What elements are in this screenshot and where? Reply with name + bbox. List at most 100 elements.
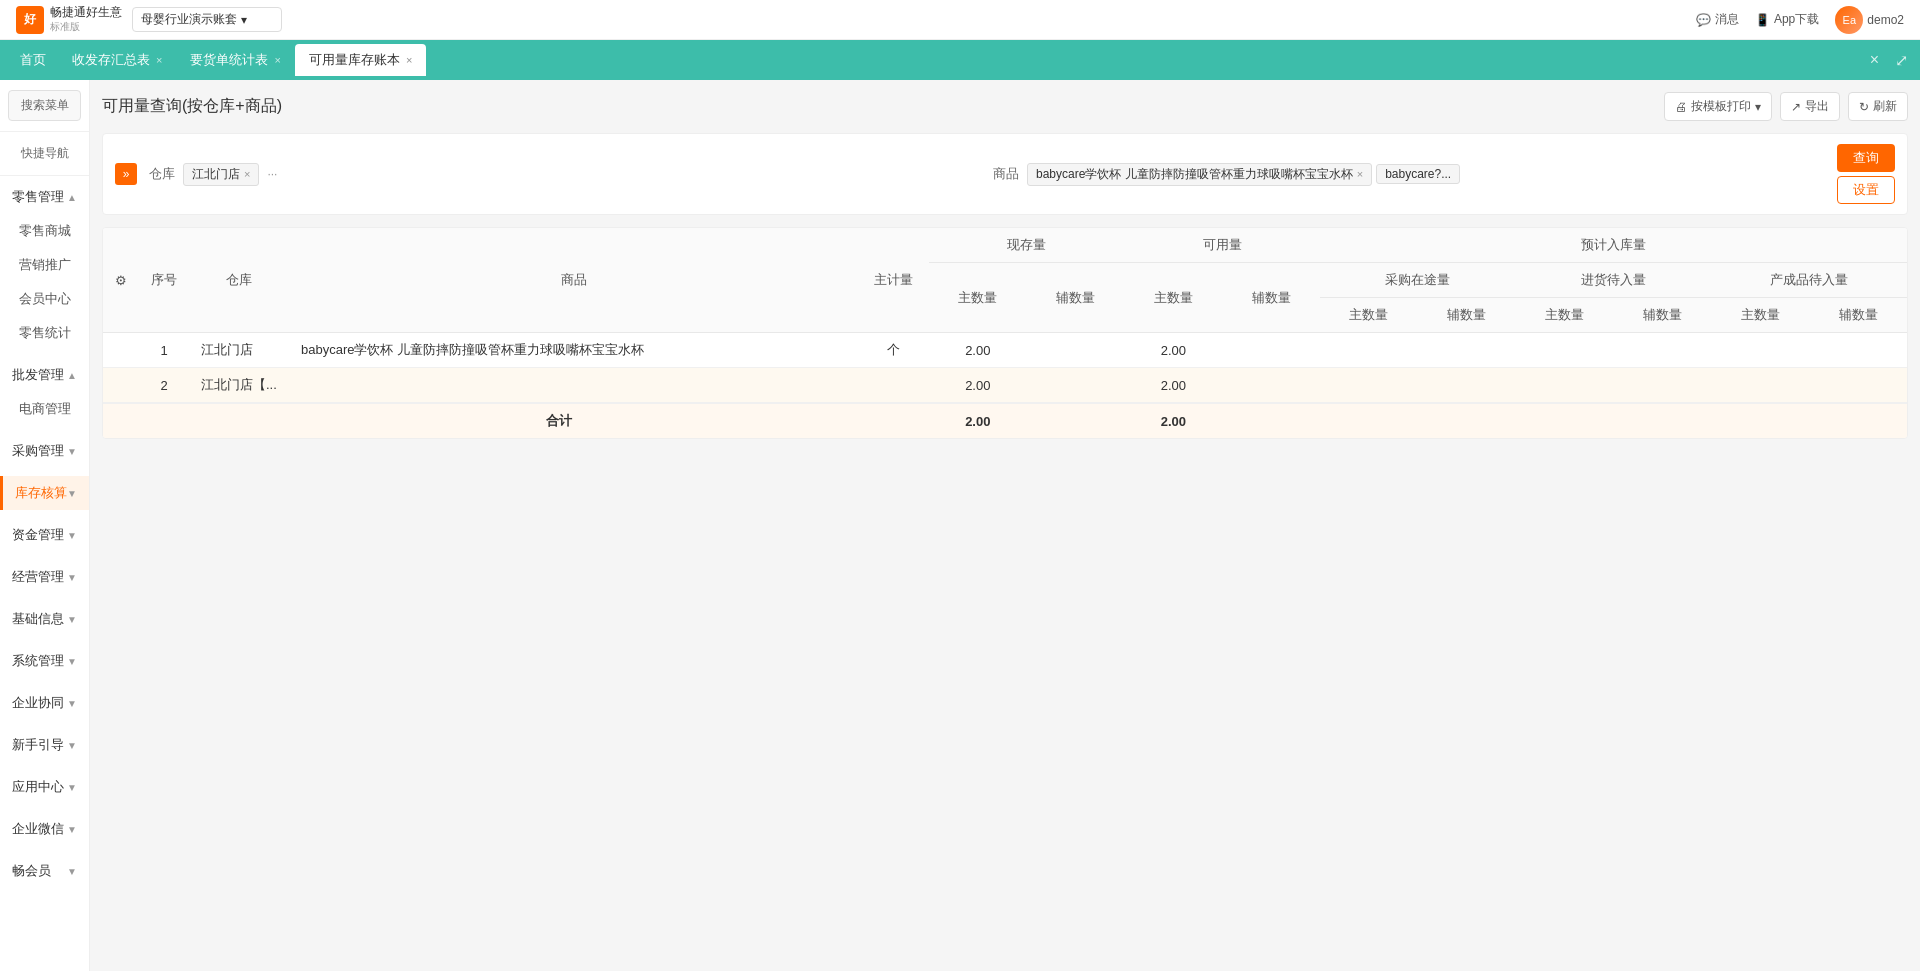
sidebar-section-system-label: 系统管理 [12, 652, 64, 670]
system-expand-icon: ▼ [67, 656, 77, 667]
row-unit: 个 [859, 333, 929, 368]
refresh-btn[interactable]: ↻ 刷新 [1848, 92, 1908, 121]
warehouse-tag-1[interactable]: 江北门店 × [183, 163, 259, 186]
sidebar-section-appstore: 应用中心 ▼ [0, 766, 89, 808]
export-btn[interactable]: ↗ 导出 [1780, 92, 1840, 121]
purchase-expand-icon: ▼ [67, 446, 77, 457]
phone-icon: 📱 [1755, 13, 1770, 27]
sidebar-section-inventory-title[interactable]: 库存核算 ▼ [0, 476, 89, 510]
template-print-btn[interactable]: 🖨 按模板打印 ▾ [1664, 92, 1772, 121]
row-settings [103, 333, 139, 368]
sidebar-section-inventory-label: 库存核算 [15, 484, 67, 502]
sidebar-section-retail-title[interactable]: 零售管理 ▲ [0, 180, 89, 214]
th-available-group: 可用量 [1125, 228, 1321, 263]
row-goods: babycare学饮杯 儿童防摔防撞吸管杯重力球吸嘴杯宝宝水杯 [289, 333, 859, 368]
tab-home[interactable]: 首页 [8, 44, 58, 76]
close-all-tabs-btn[interactable]: × [1866, 51, 1883, 69]
filter-settings-btn[interactable]: 设置 [1837, 176, 1895, 204]
tab-receipt-summary[interactable]: 收发存汇总表 × [58, 44, 176, 76]
sidebar-section-member-title[interactable]: 畅会员 ▼ [0, 854, 89, 888]
subtotal-settings [103, 368, 139, 404]
warehouse-filter-tags: 江北门店 × [183, 163, 259, 186]
chevron-down-icon: ▾ [1755, 100, 1761, 114]
page-actions: 🖨 按模板打印 ▾ ↗ 导出 ↻ 刷新 [1664, 92, 1908, 121]
user-area[interactable]: Ea demo2 [1835, 6, 1904, 34]
warehouse-filter-group: 仓库 江北门店 × ··· [149, 163, 981, 186]
sidebar-item-retail-stats[interactable]: 零售统计 [0, 316, 89, 350]
row-warehouse: 江北门店 [189, 333, 289, 368]
app-download-label: App下载 [1774, 11, 1819, 28]
th-no: 序号 [139, 228, 189, 333]
goods-tag-1[interactable]: babycare学饮杯 儿童防摔防撞吸管杯重力球吸嘴杯宝宝水杯 × [1027, 163, 1372, 186]
expand-tabs-btn[interactable]: ⤢ [1891, 51, 1912, 70]
subtotal-row: 2 江北门店【... 2.00 2.00 [103, 368, 1907, 404]
sidebar-section-wholesale-title[interactable]: 批发管理 ▲ [0, 358, 89, 392]
warehouse-filter-label: 仓库 [149, 165, 175, 183]
sidebar-section-wechat-title[interactable]: 企业微信 ▼ [0, 812, 89, 846]
industry-select[interactable]: 母婴行业演示账套 ▾ [132, 7, 282, 32]
tab-available-stock[interactable]: 可用量库存账本 × [295, 44, 426, 76]
industry-label: 母婴行业演示账套 [141, 11, 237, 28]
th-planned-in-group: 预计入库量 [1320, 228, 1907, 263]
retail-expand-icon: ▲ [67, 192, 77, 203]
th-stock-main: 主数量 [929, 263, 1027, 333]
sidebar-item-marketing[interactable]: 营销推广 [0, 248, 89, 282]
th-settings[interactable]: ⚙ [103, 228, 139, 333]
sidebar-section-finance-title[interactable]: 资金管理 ▼ [0, 518, 89, 552]
sidebar-item-retail-mall[interactable]: 零售商城 [0, 214, 89, 248]
row-goods-in-aux [1613, 333, 1711, 368]
tab-available-stock-close[interactable]: × [406, 54, 412, 66]
topbar: 好 畅捷通好生意 标准版 母婴行业演示账套 ▾ 💬 消息 📱 App下载 Ea … [0, 0, 1920, 40]
sidebar-section-purchase-title[interactable]: 采购管理 ▼ [0, 434, 89, 468]
row-pur-main [1320, 333, 1418, 368]
sidebar-section-newbie-title[interactable]: 新手引导 ▼ [0, 728, 89, 762]
tab-receipt-summary-close[interactable]: × [156, 54, 162, 66]
query-btn[interactable]: 查询 [1837, 144, 1895, 172]
tab-receipt-summary-label: 收发存汇总表 [72, 51, 150, 69]
message-btn[interactable]: 💬 消息 [1696, 11, 1739, 28]
sidebar-section-operation-title[interactable]: 经营管理 ▼ [0, 560, 89, 594]
th-pur-in-group: 采购在途量 [1320, 263, 1516, 298]
sidebar-section-enterprise-title[interactable]: 企业协同 ▼ [0, 686, 89, 720]
basic-expand-icon: ▼ [67, 614, 77, 625]
filter-bar: » 仓库 江北门店 × ··· 商品 babycare学饮杯 儿童防摔防撞吸管杯… [102, 133, 1908, 215]
sidebar-section-finance-label: 资金管理 [12, 526, 64, 544]
settings-icon[interactable]: ⚙ [115, 273, 127, 288]
tab-order-stats[interactable]: 要货单统计表 × [176, 44, 294, 76]
app-download-btn[interactable]: 📱 App下载 [1755, 11, 1819, 28]
nav-close-all: × ⤢ [1866, 51, 1912, 70]
nav-tabs: 首页 收发存汇总表 × 要货单统计表 × 可用量库存账本 × × ⤢ [0, 40, 1920, 80]
warehouse-tag-1-text: 江北门店 [192, 166, 240, 183]
goods-tag-2[interactable]: babycare?... [1376, 164, 1460, 184]
filter-expand-btn[interactable]: » [115, 163, 137, 185]
sidebar-section-enterprise: 企业协同 ▼ [0, 682, 89, 724]
warehouse-tag-1-remove[interactable]: × [244, 168, 250, 180]
goods-tag-1-remove[interactable]: × [1357, 168, 1363, 180]
sidebar-section-system-title[interactable]: 系统管理 ▼ [0, 644, 89, 678]
tab-available-stock-label: 可用量库存账本 [309, 51, 400, 69]
footer-avail-aux [1222, 403, 1320, 438]
goods-filter-group: 商品 babycare学饮杯 儿童防摔防撞吸管杯重力球吸嘴杯宝宝水杯 × bab… [993, 163, 1825, 186]
th-stock-aux: 辅数量 [1027, 263, 1125, 333]
footer-pur-main [1320, 403, 1418, 438]
operation-expand-icon: ▼ [67, 572, 77, 583]
sidebar-item-member-center[interactable]: 会员中心 [0, 282, 89, 316]
topbar-right: 💬 消息 📱 App下载 Ea demo2 [1696, 6, 1904, 34]
quick-nav-btn[interactable]: 快捷导航 [8, 140, 81, 167]
tab-order-stats-close[interactable]: × [274, 54, 280, 66]
sidebar-section-appstore-title[interactable]: 应用中心 ▼ [0, 770, 89, 804]
sidebar-section-basic-title[interactable]: 基础信息 ▼ [0, 602, 89, 636]
subtotal-no: 2 [139, 368, 189, 404]
sidebar-item-ecommerce[interactable]: 电商管理 [0, 392, 89, 426]
th-goods-in-aux: 辅数量 [1613, 298, 1711, 333]
filter-more-warehouse[interactable]: ··· [267, 167, 277, 181]
subtotal-pur-main [1320, 368, 1418, 404]
row-pur-aux [1418, 333, 1516, 368]
avatar: Ea [1835, 6, 1863, 34]
th-goods-in-main: 主数量 [1516, 298, 1614, 333]
sidebar-section-wechat: 企业微信 ▼ [0, 808, 89, 850]
tab-home-label: 首页 [20, 51, 46, 69]
sidebar-search-btn[interactable]: 搜索菜单 [8, 90, 81, 121]
sidebar-section-operation: 经营管理 ▼ [0, 556, 89, 598]
message-icon: 💬 [1696, 13, 1711, 27]
